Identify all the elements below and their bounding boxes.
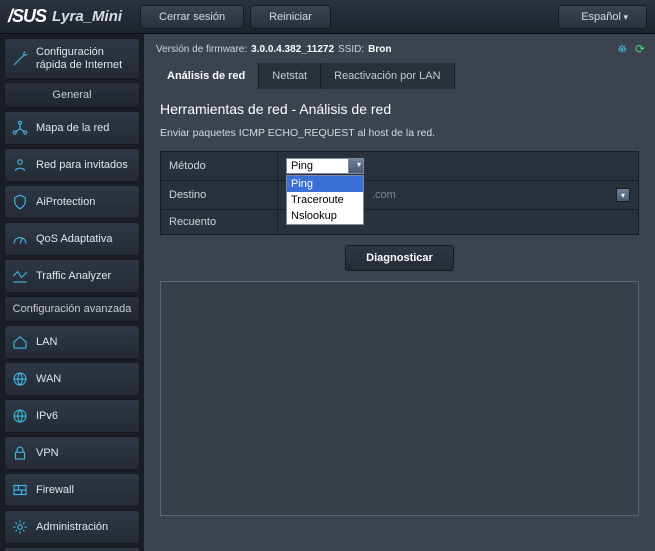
sidebar-item-label: Firewall — [36, 484, 74, 497]
wifi-status-icon[interactable]: ⟳ — [635, 42, 645, 57]
sidebar-item-traffic-analyzer[interactable]: Traffic Analyzer — [4, 259, 140, 293]
method-dropdown[interactable]: Ping Traceroute Nslookup — [286, 175, 364, 225]
sidebar-item-label: Configuración rápida de Internet — [36, 46, 133, 71]
sidebar-item-label: VPN — [36, 447, 59, 460]
method-option-ping[interactable]: Ping — [287, 176, 363, 192]
guest-icon — [11, 156, 29, 174]
sidebar-item-label: Red para invitados — [36, 159, 128, 172]
sidebar-item-ipv6[interactable]: IPv6 — [4, 399, 140, 433]
diagnose-button[interactable]: Diagnosticar — [345, 245, 454, 271]
tab-network-analysis[interactable]: Análisis de red — [154, 63, 259, 89]
lock-icon — [11, 444, 29, 462]
sidebar-item-label: LAN — [36, 336, 57, 349]
users-icon[interactable]: ⛯ — [617, 42, 627, 57]
count-label: Recuento — [161, 210, 278, 235]
method-option-traceroute[interactable]: Traceroute — [287, 192, 363, 208]
firewall-icon — [11, 481, 29, 499]
sidebar-item-aiprotection[interactable]: AiProtection — [4, 185, 140, 219]
destination-label: Destino — [161, 181, 278, 210]
sidebar-item-qos[interactable]: QoS Adaptativa — [4, 222, 140, 256]
tab-netstat[interactable]: Netstat — [259, 63, 321, 89]
sidebar-item-label: IPv6 — [36, 410, 58, 423]
firmware-info: Versión de firmware:3.0.0.4.382_11272 SS… — [154, 40, 645, 63]
sidebar-advanced-header: Configuración avanzada — [4, 296, 140, 322]
sidebar-item-admin[interactable]: Administración — [4, 510, 140, 544]
sidebar-item-label: AiProtection — [36, 196, 95, 209]
sidebar-item-label: WAN — [36, 373, 61, 386]
sidebar-item-label: Mapa de la red — [36, 122, 109, 135]
language-dropdown[interactable]: Español — [558, 5, 647, 29]
sidebar-item-system-log[interactable]: Registro del sistema — [4, 547, 140, 551]
logout-button[interactable]: Cerrar sesión — [140, 5, 244, 29]
sidebar-item-label: Traffic Analyzer — [36, 270, 111, 283]
sidebar-item-wan[interactable]: WAN — [4, 362, 140, 396]
method-label: Método — [161, 152, 278, 181]
method-option-nslookup[interactable]: Nslookup — [287, 208, 363, 224]
sidebar-general-header: General — [4, 82, 140, 108]
page-description: Enviar paquetes ICMP ECHO_REQUEST al hos… — [160, 127, 639, 139]
method-select[interactable]: Ping — [286, 158, 364, 174]
sidebar-item-guest-network[interactable]: Red para invitados — [4, 148, 140, 182]
shield-icon — [11, 193, 29, 211]
sidebar-item-vpn[interactable]: VPN — [4, 436, 140, 470]
globe-icon — [11, 370, 29, 388]
sidebar-quick-setup[interactable]: Configuración rápida de Internet — [4, 38, 140, 79]
output-panel — [160, 281, 639, 516]
sidebar-item-firewall[interactable]: Firewall — [4, 473, 140, 507]
traffic-icon — [11, 267, 29, 285]
tab-wol[interactable]: Reactivación por LAN — [321, 63, 454, 89]
reboot-button[interactable]: Reiniciar — [250, 5, 331, 29]
gauge-icon — [11, 230, 29, 248]
map-icon — [11, 119, 29, 137]
sidebar-item-label: Administración — [36, 521, 108, 534]
destination-input[interactable]: .com — [370, 187, 610, 203]
sidebar-item-network-map[interactable]: Mapa de la red — [4, 111, 140, 145]
page-title: Herramientas de red - Análisis de red — [160, 101, 639, 117]
sidebar-item-lan[interactable]: LAN — [4, 325, 140, 359]
globe-icon — [11, 407, 29, 425]
wand-icon — [11, 50, 29, 68]
model-name: Lyra_Mini — [52, 8, 122, 25]
brand-logo: /SUS — [8, 6, 46, 27]
home-icon — [11, 333, 29, 351]
sidebar-item-label: QoS Adaptativa — [36, 233, 112, 246]
destination-dropdown-button[interactable]: ▾ — [616, 188, 630, 202]
gear-icon — [11, 518, 29, 536]
